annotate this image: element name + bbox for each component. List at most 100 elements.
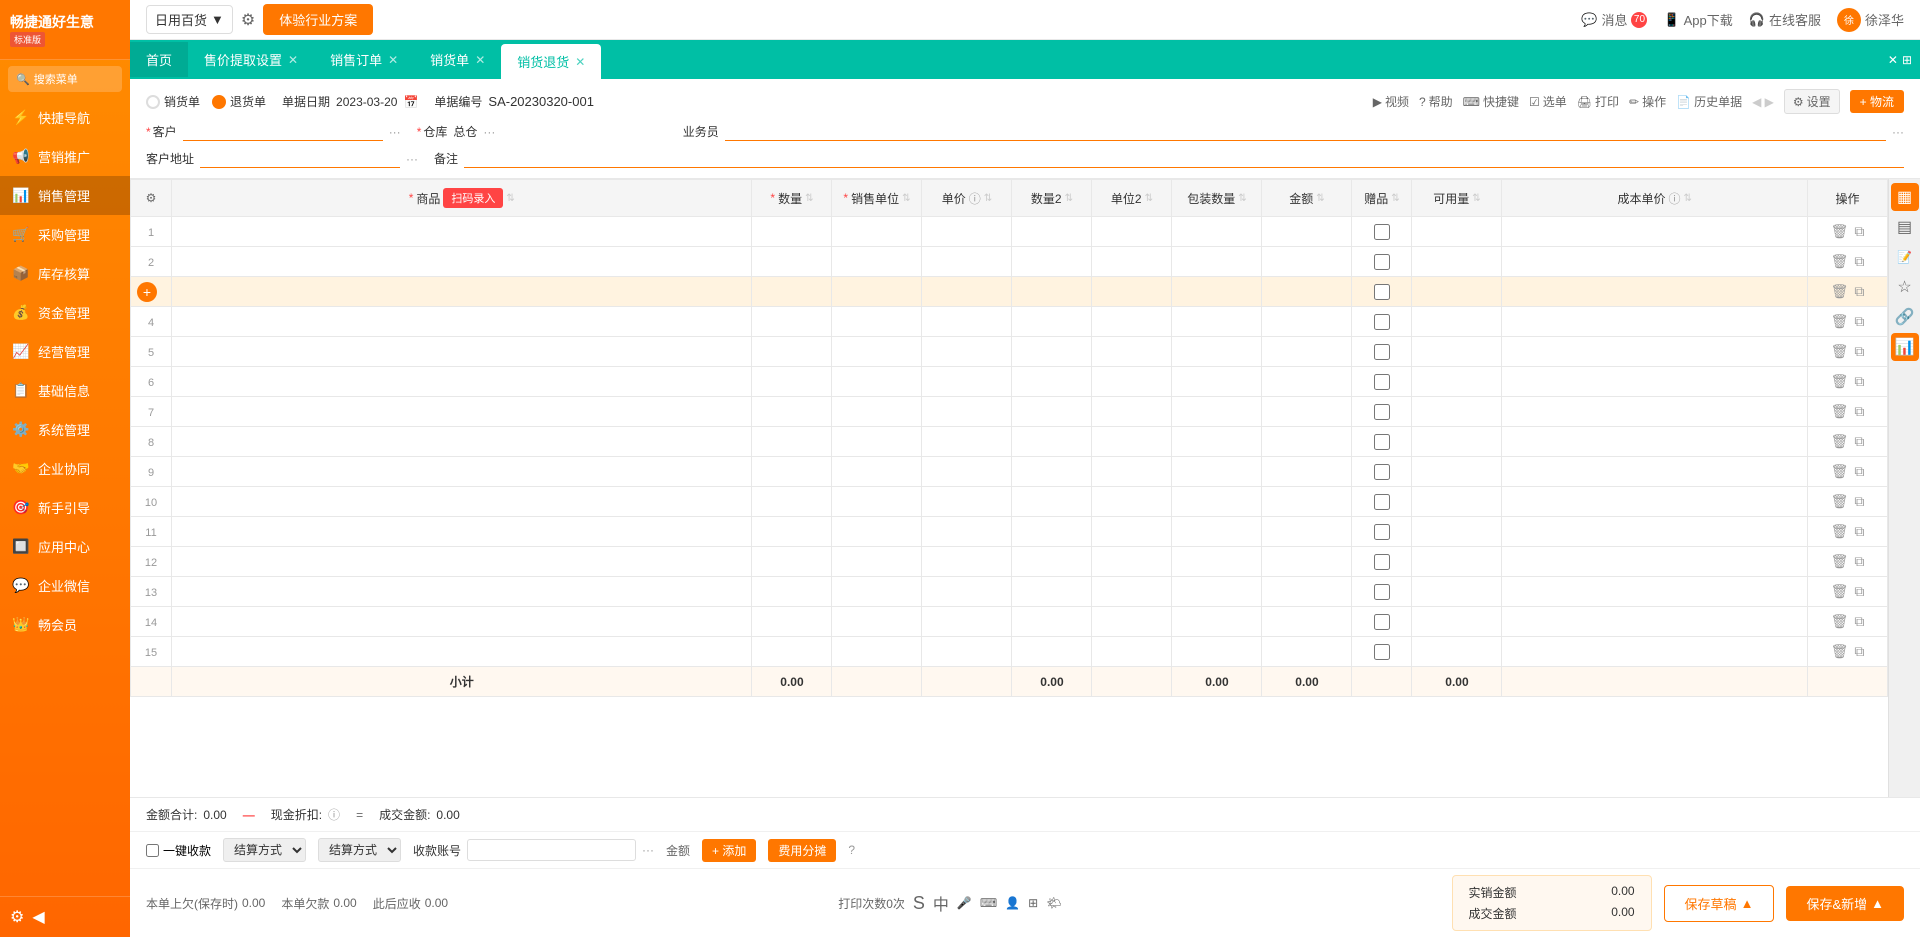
row-2-quantity[interactable] (752, 247, 832, 277)
row-3-available[interactable] (1412, 277, 1502, 307)
row-3-quantity[interactable] (752, 277, 832, 307)
row-7-gift-checkbox[interactable] (1374, 404, 1390, 420)
sidebar-item-sales[interactable]: 📊 销售管理 (0, 176, 130, 215)
amount-sort-icon[interactable]: ⇅ (1316, 193, 1324, 204)
row-9-copy-icon[interactable]: ⧉ (1854, 463, 1864, 480)
right-panel-grid1-button[interactable]: ▦ (1891, 183, 1919, 211)
right-panel-link-button[interactable]: 🔗 (1891, 303, 1919, 331)
header-settings-button[interactable]: ⚙ (241, 10, 255, 30)
row-12-copy-icon[interactable]: ⧉ (1854, 553, 1864, 570)
sidebar-item-finance[interactable]: 💰 资金管理 (0, 293, 130, 332)
row-3-unit2[interactable] (1092, 277, 1172, 307)
qty-sort-icon[interactable]: ⇅ (805, 193, 813, 204)
mic-icon[interactable]: 🎤 (957, 896, 972, 910)
grid-icon[interactable]: ⊞ (1028, 896, 1038, 910)
row-6-delete-icon[interactable]: 🗑 (1831, 373, 1849, 390)
row-12-gift-checkbox[interactable] (1374, 554, 1390, 570)
sidebar-item-guide[interactable]: 🎯 新手引导 (0, 488, 130, 527)
tab-price-settings-close[interactable]: ✕ (288, 53, 298, 67)
price-sort-icon[interactable]: ⇅ (984, 193, 992, 204)
row-7-copy-icon[interactable]: ⧉ (1854, 403, 1864, 420)
avail-sort-icon[interactable]: ⇅ (1472, 193, 1480, 204)
row-1-gift-checkbox[interactable] (1374, 224, 1390, 240)
search-menu-button[interactable]: 🔍 搜索菜单 (8, 66, 122, 92)
tab-menu-button[interactable]: ⊞ (1902, 53, 1912, 67)
sidebar-item-inventory[interactable]: 📦 库存核算 (0, 254, 130, 293)
row-3-gift[interactable] (1352, 277, 1412, 307)
message-action[interactable]: 💬 消息 70 (1581, 10, 1647, 29)
row-9-delete-icon[interactable]: 🗑 (1831, 463, 1849, 480)
sidebar-item-wechat[interactable]: 💬 企业微信 (0, 566, 130, 605)
row-3-package-qty[interactable] (1172, 277, 1262, 307)
row-11-copy-icon[interactable]: ⧉ (1854, 523, 1864, 540)
settlement-method-select[interactable]: 结算方式 (223, 838, 306, 862)
row-1-unit2[interactable] (1092, 217, 1172, 247)
row-10-delete-icon[interactable]: 🗑 (1831, 493, 1849, 510)
save-draft-button[interactable]: 保存草稿 ▲ (1664, 885, 1775, 922)
row-5-gift-checkbox[interactable] (1374, 344, 1390, 360)
row-1-available[interactable] (1412, 217, 1502, 247)
sidebar-item-purchase[interactable]: 🛒 采购管理 (0, 215, 130, 254)
row-14-delete-icon[interactable]: 🗑 (1831, 613, 1849, 630)
sidebar-item-system[interactable]: ⚙️ 系统管理 (0, 410, 130, 449)
account-dots[interactable]: ··· (642, 843, 654, 857)
sidebar-item-operations[interactable]: 📈 经营管理 (0, 332, 130, 371)
radio-return[interactable]: 退货单 (212, 93, 266, 110)
print-button[interactable]: 🖨 打印 (1577, 93, 1619, 110)
row-2-gift[interactable] (1352, 247, 1412, 277)
row-4-delete-icon[interactable]: 🗑 (1831, 313, 1849, 330)
person-icon[interactable]: 👤 (1005, 896, 1020, 910)
add-row-button[interactable]: + (137, 282, 157, 302)
remarks-input[interactable] (464, 149, 1904, 168)
save-new-button[interactable]: 保存&新增 ▲ (1786, 886, 1904, 921)
sidebar-item-apps[interactable]: 🔲 应用中心 (0, 527, 130, 566)
right-panel-chart-button[interactable]: 📊 (1891, 333, 1919, 361)
unit2-sort-icon[interactable]: ⇅ (1145, 193, 1153, 204)
row-2-quantity2[interactable] (1012, 247, 1092, 277)
salesperson-dots[interactable]: ··· (1892, 125, 1904, 139)
row-1-gift[interactable] (1352, 217, 1412, 247)
cash-discount-info[interactable]: ⓘ (328, 806, 340, 823)
category-select[interactable]: 日用百货 ▼ (146, 5, 233, 34)
price-info-icon[interactable]: ⓘ (969, 190, 981, 207)
tab-close-all-button[interactable]: ✕ (1888, 53, 1898, 67)
tab-sales-return-close[interactable]: ✕ (575, 55, 585, 69)
online-service-action[interactable]: 🎧 在线客服 (1749, 10, 1821, 29)
row-3-unit-price[interactable] (922, 277, 1012, 307)
row-8-copy-icon[interactable]: ⧉ (1854, 433, 1864, 450)
calculation-method-select[interactable]: 结算方式 (318, 838, 401, 862)
row-2-unit-price[interactable] (922, 247, 1012, 277)
row-2-gift-checkbox[interactable] (1374, 254, 1390, 270)
select-order-button[interactable]: ☑ 选单 (1529, 93, 1567, 110)
row-13-delete-icon[interactable]: 🗑 (1831, 583, 1849, 600)
tab-sales-delivery[interactable]: 销货单 ✕ (414, 42, 501, 77)
row-1-cost-price[interactable] (1502, 217, 1808, 247)
sidebar-item-enterprise[interactable]: 🤝 企业协同 (0, 449, 130, 488)
row-1-quantity2[interactable] (1012, 217, 1092, 247)
row-3-product-input[interactable] (178, 284, 745, 299)
cost-sort-icon[interactable]: ⇅ (1684, 193, 1692, 204)
row-10-gift-checkbox[interactable] (1374, 494, 1390, 510)
shortcut-button[interactable]: ⌨ 快捷键 (1463, 93, 1519, 110)
row-4-copy-icon[interactable]: ⧉ (1854, 313, 1864, 330)
history-button[interactable]: 📄 历史单据 (1676, 93, 1742, 110)
row-3-cost-price[interactable] (1502, 277, 1808, 307)
account-input[interactable] (467, 839, 636, 861)
row-4-gift-checkbox[interactable] (1374, 314, 1390, 330)
row-12-delete-icon[interactable]: 🗑 (1831, 553, 1849, 570)
experience-button[interactable]: 体验行业方案 (263, 4, 373, 35)
sidebar-search-area[interactable]: 🔍 搜索菜单 (0, 60, 130, 98)
video-button[interactable]: ▶ 视频 (1373, 93, 1409, 110)
row-1-amount[interactable] (1262, 217, 1352, 247)
add-logistics-button[interactable]: + 物流 (1850, 90, 1904, 113)
scan-input-button[interactable]: 扫码录入 (443, 188, 503, 208)
row-2-unit2[interactable] (1092, 247, 1172, 277)
cost-info-icon[interactable]: ⓘ (1669, 190, 1681, 207)
row-3-sales-unit[interactable] (832, 277, 922, 307)
address-dots[interactable]: ··· (406, 152, 418, 166)
row-1-package-qty[interactable] (1172, 217, 1262, 247)
warehouse-dots[interactable]: ··· (483, 125, 495, 139)
operate-button[interactable]: ✏ 操作 (1629, 93, 1666, 110)
gift-sort-icon[interactable]: ⇅ (1391, 193, 1399, 204)
row-2-amount[interactable] (1262, 247, 1352, 277)
